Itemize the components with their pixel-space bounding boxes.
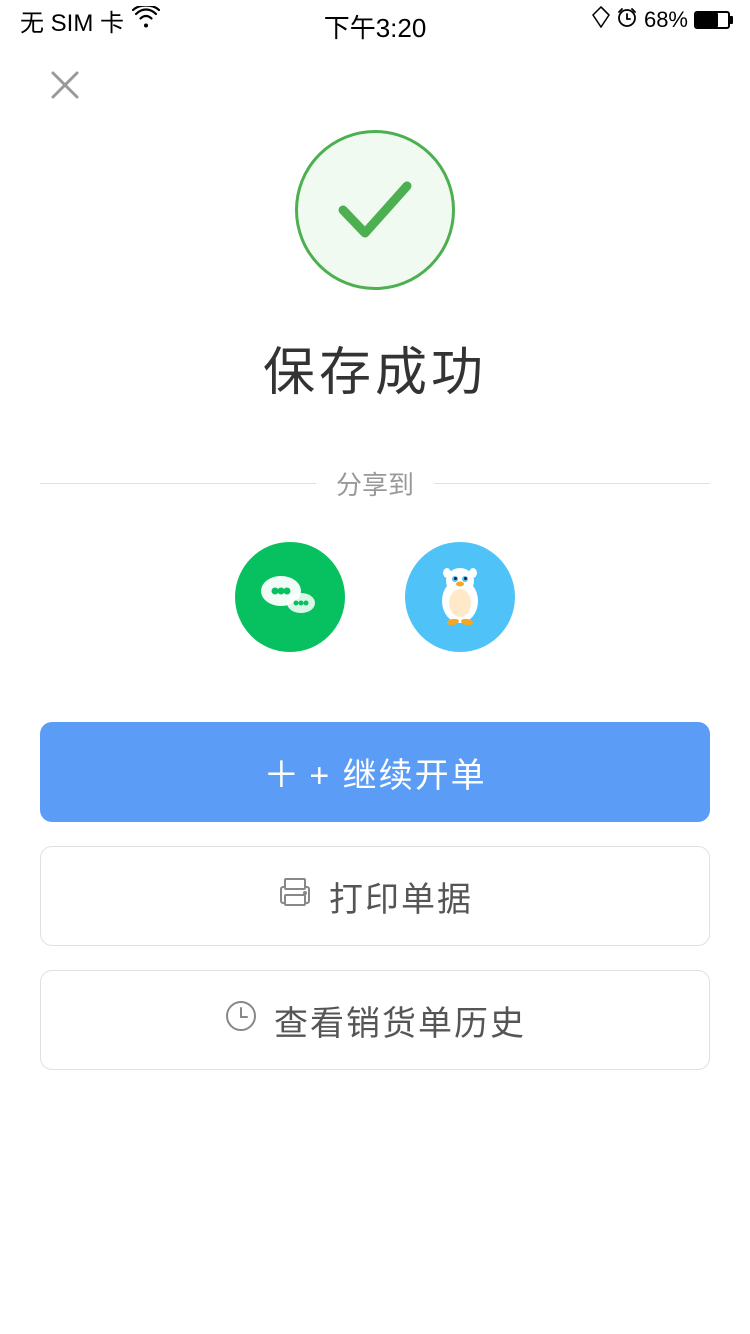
history-button[interactable]: 查看销货单历史 — [40, 970, 710, 1070]
success-title: 保存成功 — [263, 330, 487, 405]
wifi-icon — [132, 6, 160, 35]
clock-icon — [224, 999, 258, 1042]
divider-left — [40, 483, 316, 484]
carrier-text: 无 SIM 卡 — [20, 3, 124, 38]
battery-bar — [694, 11, 730, 29]
continue-button[interactable]: ＋ + 继续开单 — [40, 722, 710, 822]
wechat-share-button[interactable] — [235, 542, 345, 652]
main-content: 保存成功 分享到 — [0, 40, 750, 1334]
print-button[interactable]: 打印单据 — [40, 846, 710, 946]
share-label: 分享到 — [336, 465, 414, 502]
alarm-icon — [616, 6, 638, 34]
location-icon — [592, 6, 610, 34]
success-circle — [295, 130, 455, 290]
status-right: 68% — [592, 6, 730, 34]
status-bar: 无 SIM 卡 下午3:20 68 — [0, 0, 750, 40]
status-left: 无 SIM 卡 — [20, 3, 160, 38]
action-buttons: ＋ + 继续开单 打印单据 — [40, 722, 710, 1070]
qq-logo-icon — [430, 565, 490, 629]
checkmark-icon — [335, 178, 415, 243]
share-divider: 分享到 — [40, 465, 710, 502]
printer-icon — [277, 875, 313, 918]
history-label: 查看销货单历史 — [274, 996, 526, 1045]
print-label: 打印单据 — [329, 872, 473, 921]
battery-percent: 68% — [644, 7, 688, 33]
qq-share-button[interactable] — [405, 542, 515, 652]
wechat-logo-icon — [257, 569, 323, 625]
continue-label: + 继续开单 — [309, 748, 486, 797]
close-icon — [49, 69, 81, 101]
divider-right — [434, 483, 710, 484]
share-icons-row — [235, 542, 515, 652]
battery-fill — [696, 13, 718, 27]
close-button[interactable] — [40, 60, 90, 110]
plus-icon: ＋ — [263, 746, 301, 798]
